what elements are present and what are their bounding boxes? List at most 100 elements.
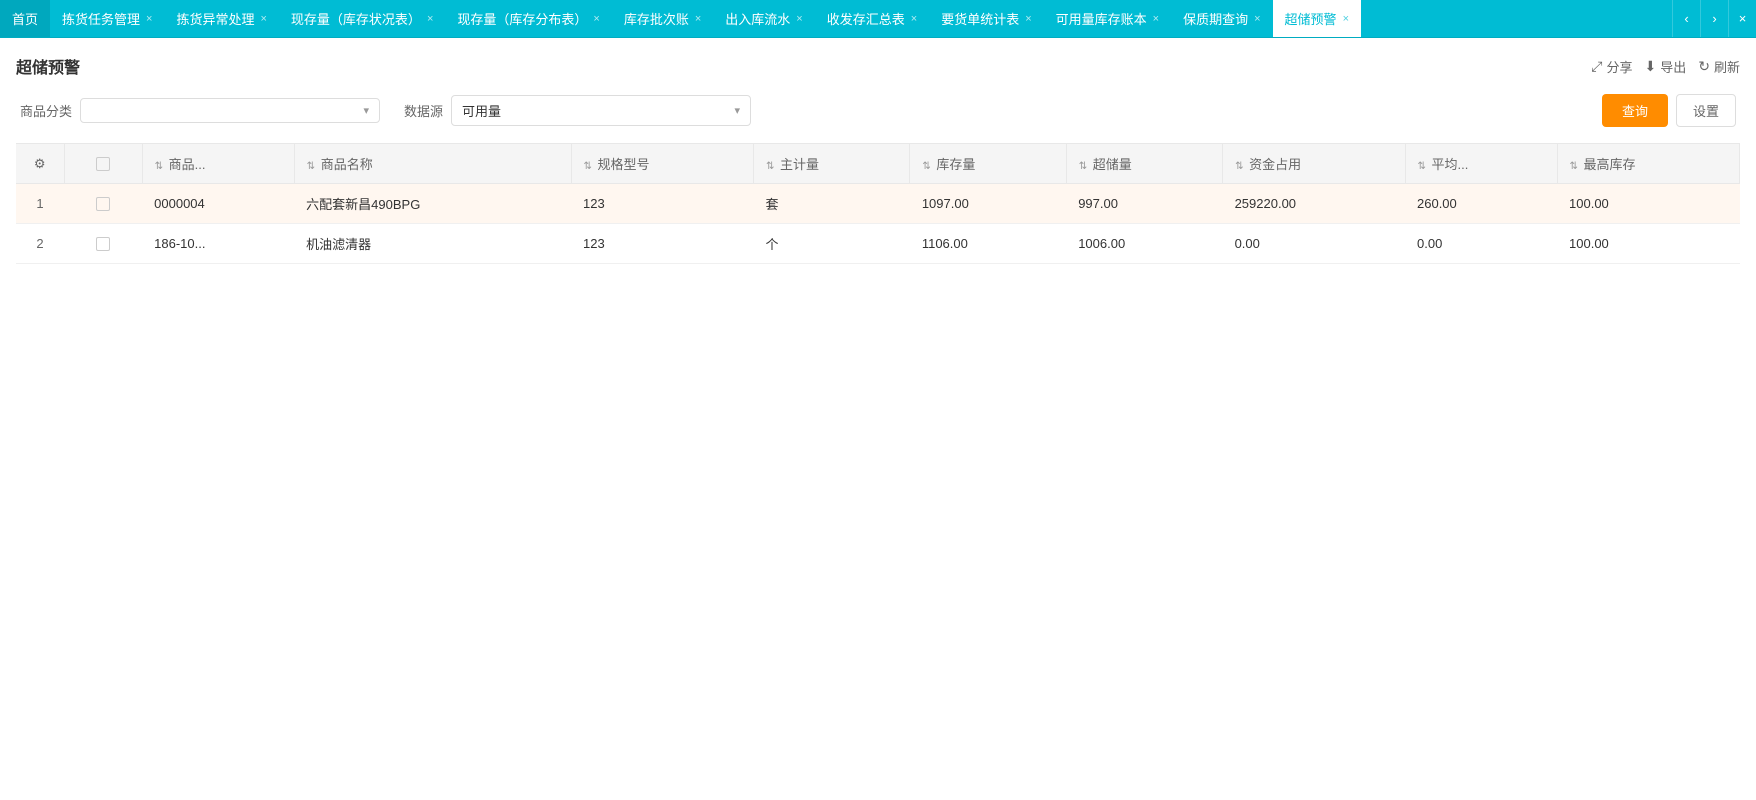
nav-task-mgmt-close[interactable]: ×: [146, 13, 152, 25]
column-avg-label: 平均...: [1432, 157, 1469, 172]
nav-order-stat[interactable]: 要货单统计表 ×: [929, 0, 1043, 38]
nav-stock-status-label: 现存量（库存状况表）: [291, 9, 421, 28]
column-product-name[interactable]: ⇅ 商品名称: [294, 144, 571, 184]
nav-in-out-flow[interactable]: 出入库流水 ×: [713, 0, 814, 38]
top-navigation: 首页 拣货任务管理 × 拣货异常处理 × 现存量（库存状况表） × 现存量（库存…: [0, 0, 1756, 38]
column-product-name-label: 商品名称: [321, 157, 373, 172]
nav-quality-check-label: 保质期查询: [1183, 9, 1248, 28]
refresh-label: 刷新: [1714, 57, 1740, 76]
table-header-row: ⚙ ⇅ 商品... ⇅ 商品名称 ⇅ 规格型号: [16, 144, 1740, 184]
column-max-stock[interactable]: ⇅ 最高库存: [1557, 144, 1739, 184]
row-checkbox[interactable]: [96, 237, 110, 251]
column-avg[interactable]: ⇅ 平均...: [1405, 144, 1557, 184]
data-table: ⚙ ⇅ 商品... ⇅ 商品名称 ⇅ 规格型号: [16, 143, 1740, 264]
settings-button[interactable]: 设置: [1676, 94, 1736, 127]
nav-in-out-flow-label: 出入库流水: [725, 9, 790, 28]
column-spec-label: 规格型号: [598, 157, 650, 172]
column-over-qty[interactable]: ⇅ 超储量: [1066, 144, 1222, 184]
nav-available-stock[interactable]: 可用量库存账本 ×: [1044, 0, 1171, 38]
nav-abnormal-label: 拣货异常处理: [176, 9, 254, 28]
row-product-code: 0000004: [142, 184, 294, 224]
sort-icon: ⇅: [1570, 161, 1578, 172]
page-content: 超储预警 ⤢ 分享 ⬇ 导出 ↻ 刷新 商品分类 ▾: [0, 38, 1756, 800]
export-button[interactable]: ⬇ 导出: [1645, 57, 1687, 76]
page-header: 超储预警 ⤢ 分享 ⬇ 导出 ↻ 刷新: [16, 54, 1740, 78]
nav-home[interactable]: 首页: [0, 0, 50, 38]
row-spec: 123: [571, 184, 753, 224]
nav-stock-status[interactable]: 现存量（库存状况表） ×: [279, 0, 445, 38]
refresh-button[interactable]: ↻ 刷新: [1698, 57, 1740, 76]
refresh-icon: ↻: [1698, 58, 1710, 75]
nav-available-stock-close[interactable]: ×: [1153, 13, 1159, 25]
sort-icon: ⇅: [1418, 161, 1426, 172]
select-all-checkbox[interactable]: [96, 157, 110, 171]
datasource-chevron-down-icon: ▾: [735, 104, 741, 117]
nav-available-stock-label: 可用量库存账本: [1056, 9, 1147, 28]
nav-overstock-warning[interactable]: 超储预警 ×: [1273, 0, 1361, 38]
datasource-label: 数据源: [404, 101, 443, 120]
column-max-stock-label: 最高库存: [1584, 157, 1636, 172]
nav-stock-batch-close[interactable]: ×: [695, 13, 701, 25]
datasource-select[interactable]: 可用量 ▾: [451, 95, 751, 126]
nav-arrow-close[interactable]: ×: [1728, 0, 1756, 38]
row-capital-occ: 259220.00: [1223, 184, 1405, 224]
query-button[interactable]: 查询: [1602, 94, 1668, 127]
row-num-cell: 1: [16, 184, 64, 224]
nav-overstock-warning-label: 超储预警: [1285, 9, 1337, 28]
row-num: 1: [36, 196, 43, 211]
row-stock-qty: 1097.00: [910, 184, 1066, 224]
nav-abnormal[interactable]: 拣货异常处理 ×: [164, 0, 278, 38]
nav-order-stat-close[interactable]: ×: [1025, 13, 1031, 25]
category-select[interactable]: ▾: [80, 98, 380, 123]
nav-arrow-right[interactable]: ›: [1700, 0, 1728, 38]
share-icon: ⤢: [1591, 58, 1602, 75]
nav-stock-batch[interactable]: 库存批次账 ×: [612, 0, 713, 38]
nav-stock-status-close[interactable]: ×: [427, 13, 433, 25]
nav-quality-check-close[interactable]: ×: [1254, 13, 1260, 25]
nav-recv-send-close[interactable]: ×: [911, 13, 917, 25]
nav-stock-dist-close[interactable]: ×: [593, 13, 599, 25]
gear-icon: ⚙: [34, 156, 46, 171]
nav-arrow-left[interactable]: ‹: [1672, 0, 1700, 38]
column-select: [64, 144, 142, 184]
nav-in-out-flow-close[interactable]: ×: [796, 13, 802, 25]
category-filter: 商品分类 ▾: [20, 98, 380, 123]
share-button[interactable]: ⤢ 分享: [1591, 57, 1632, 76]
filter-actions: 查询 设置: [1602, 94, 1736, 127]
column-capital-occ[interactable]: ⇅ 资金占用: [1223, 144, 1405, 184]
sort-icon: ⇅: [922, 161, 930, 172]
column-stock-qty[interactable]: ⇅ 库存量: [910, 144, 1066, 184]
row-product-code: 186-10...: [142, 224, 294, 264]
nav-task-mgmt[interactable]: 拣货任务管理 ×: [50, 0, 164, 38]
row-spec: 123: [571, 224, 753, 264]
row-avg: 0.00: [1405, 224, 1557, 264]
row-over-qty: 997.00: [1066, 184, 1222, 224]
row-unit: 套: [753, 184, 909, 224]
column-product-code[interactable]: ⇅ 商品...: [142, 144, 294, 184]
nav-stock-dist[interactable]: 现存量（库存分布表） ×: [445, 0, 611, 38]
share-label: 分享: [1606, 57, 1632, 76]
sort-icon: ⇅: [1235, 161, 1243, 172]
column-settings[interactable]: ⚙: [16, 144, 64, 184]
datasource-select-value: 可用量: [462, 101, 726, 120]
nav-home-label: 首页: [12, 9, 38, 28]
row-select-cell: [64, 184, 142, 224]
table-row: 1 0000004 六配套新昌490BPG 123 套 1097.00 997.…: [16, 184, 1740, 224]
category-label: 商品分类: [20, 101, 72, 120]
row-avg: 260.00: [1405, 184, 1557, 224]
page-title: 超储预警: [16, 54, 80, 78]
nav-overstock-warning-close[interactable]: ×: [1343, 13, 1349, 25]
nav-abnormal-close[interactable]: ×: [260, 13, 266, 25]
nav-recv-send[interactable]: 收发存汇总表 ×: [815, 0, 929, 38]
chevron-down-icon: ▾: [363, 104, 369, 117]
nav-quality-check[interactable]: 保质期查询 ×: [1171, 0, 1272, 38]
column-unit[interactable]: ⇅ 主计量: [753, 144, 909, 184]
sort-icon: ⇅: [584, 161, 592, 172]
column-spec[interactable]: ⇅ 规格型号: [571, 144, 753, 184]
sort-icon: ⇅: [155, 161, 163, 172]
nav-arrows: ‹ › ×: [1672, 0, 1756, 38]
sort-icon: ⇅: [1079, 161, 1087, 172]
row-product-name: 机油滤清器: [294, 224, 571, 264]
row-checkbox[interactable]: [96, 197, 110, 211]
datasource-filter: 数据源 可用量 ▾: [404, 95, 751, 126]
